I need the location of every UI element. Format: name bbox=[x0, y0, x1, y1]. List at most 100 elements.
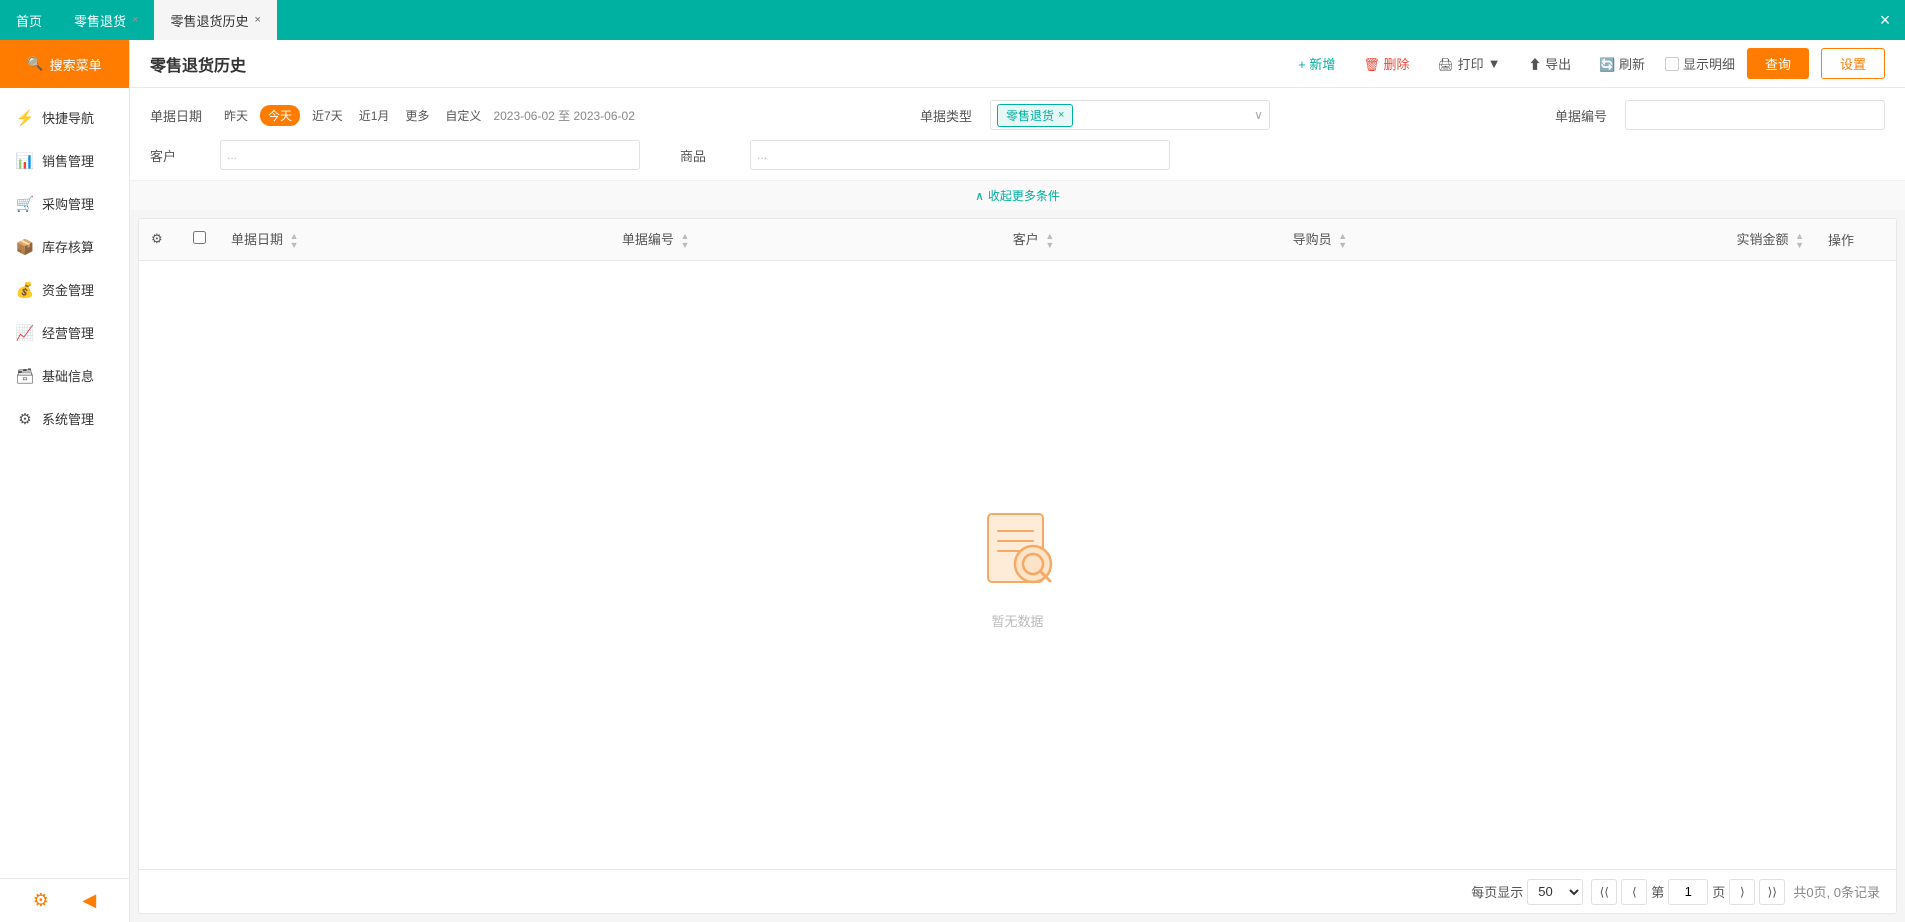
th-checkbox bbox=[179, 219, 219, 260]
finance-icon: 💰 bbox=[16, 281, 34, 299]
sidebar-nav: ⚡ 快捷导航 📊 销售管理 🛒 采购管理 📦 库存核算 💰 资金管理 📈 bbox=[0, 88, 129, 878]
th-customer[interactable]: 客户 ▲▼ bbox=[1001, 219, 1281, 260]
sidebar-item-finance-label: 资金管理 bbox=[42, 280, 94, 299]
date-range-display: 2023-06-02 至 2023-06-02 bbox=[493, 107, 634, 124]
customer-placeholder: ... bbox=[227, 148, 237, 162]
sidebar-item-finance[interactable]: 💰 资金管理 bbox=[0, 268, 129, 311]
sidebar-item-purchase[interactable]: 🛒 采购管理 bbox=[0, 182, 129, 225]
export-button[interactable]: ⬆ 导出 bbox=[1521, 50, 1580, 77]
tab-retail-return-history-label: 零售退货历史 bbox=[170, 11, 248, 30]
page-next-button[interactable]: ⟩ bbox=[1729, 879, 1755, 905]
page-number-input[interactable] bbox=[1668, 879, 1708, 905]
sidebar-search-button[interactable]: 🔍 搜索菜单 bbox=[0, 40, 129, 88]
bill-type-filter-label: 单据类型 bbox=[920, 106, 990, 125]
th-bill-date[interactable]: 单据日期 ▲▼ bbox=[219, 219, 610, 260]
sidebar-bottom: ⚙ ◀ bbox=[0, 878, 129, 922]
page-header: 零售退货历史 + 新增 🗑 删除 🖨 打印 ▼ ⬆ 导出 🔄 刷新 bbox=[130, 40, 1905, 88]
sort-customer-icon: ▲▼ bbox=[1045, 232, 1054, 250]
goods-placeholder: ... bbox=[757, 148, 767, 162]
collapse-up-icon: ∧ bbox=[975, 189, 984, 203]
show-detail-label: 显示明细 bbox=[1683, 54, 1735, 73]
print-label: 🖨 打印 bbox=[1438, 54, 1484, 73]
settings-gear-icon[interactable]: ⚙ bbox=[33, 890, 49, 911]
sidebar-search-label: 搜索菜单 bbox=[50, 55, 102, 74]
show-detail-checkbox[interactable] bbox=[1665, 57, 1679, 71]
print-dropdown-icon: ▼ bbox=[1488, 56, 1501, 71]
th-sales-amount[interactable]: 实销金额 ▲▼ bbox=[1616, 219, 1816, 260]
page-last-button[interactable]: ⟩⟩ bbox=[1759, 879, 1785, 905]
th-guide[interactable]: 导购员 ▲▼ bbox=[1281, 219, 1616, 260]
collapse-filter-button[interactable]: ∧ 收起更多条件 bbox=[130, 180, 1905, 210]
filter-section: 单据日期 昨天 今天 近7天 近1月 更多 自定义 2023-06-02 至 2… bbox=[130, 88, 1905, 210]
select-all-checkbox[interactable] bbox=[193, 231, 206, 244]
date-btn-yesterday[interactable]: 昨天 bbox=[220, 105, 252, 126]
data-table: ⚙ 单据日期 ▲▼ 单据编号 ▲▼ bbox=[139, 219, 1896, 261]
page-size-select[interactable]: 10 20 50 100 bbox=[1527, 879, 1583, 905]
header-actions: + 新增 🗑 删除 🖨 打印 ▼ ⬆ 导出 🔄 刷新 显示明细 bbox=[1286, 48, 1885, 79]
quicknav-icon: ⚡ bbox=[16, 109, 34, 127]
tab-retail-return-history-close[interactable]: × bbox=[254, 14, 260, 26]
refresh-button[interactable]: 🔄 刷新 bbox=[1591, 50, 1653, 77]
bill-type-tag-close[interactable]: × bbox=[1058, 109, 1064, 121]
empty-state: 暂无数据 bbox=[139, 261, 1896, 869]
page-unit: 页 bbox=[1712, 882, 1725, 901]
collapse-filter-label: 收起更多条件 bbox=[988, 187, 1060, 204]
date-filter-buttons: 昨天 今天 近7天 近1月 更多 自定义 bbox=[220, 105, 485, 126]
sidebar-item-sales[interactable]: 📊 销售管理 bbox=[0, 139, 129, 182]
date-btn-1month[interactable]: 近1月 bbox=[355, 105, 394, 126]
top-bar: 首页 零售退货 × 零售退货历史 × × bbox=[0, 0, 1905, 40]
total-info: 共0页, 0条记录 bbox=[1793, 882, 1880, 901]
tab-home[interactable]: 首页 bbox=[0, 0, 58, 40]
setting-button[interactable]: 设置 bbox=[1821, 48, 1885, 79]
table-section: ⚙ 单据日期 ▲▼ 单据编号 ▲▼ bbox=[138, 218, 1897, 914]
sidebar-item-basic-info[interactable]: 🗃 基础信息 bbox=[0, 354, 129, 397]
operations-icon: 📈 bbox=[16, 324, 34, 342]
date-btn-today[interactable]: 今天 bbox=[260, 105, 300, 126]
bill-no-input[interactable] bbox=[1625, 100, 1885, 130]
sidebar-item-system[interactable]: ⚙ 系统管理 bbox=[0, 397, 129, 440]
basic-info-icon: 🗃 bbox=[16, 367, 34, 385]
filter-row-1: 单据日期 昨天 今天 近7天 近1月 更多 自定义 2023-06-02 至 2… bbox=[150, 100, 1885, 130]
window-close-button[interactable]: × bbox=[1865, 0, 1905, 40]
tab-retail-return-history[interactable]: 零售退货历史 × bbox=[154, 0, 276, 40]
refresh-label: 🔄 刷新 bbox=[1599, 54, 1645, 73]
customer-select[interactable]: ... bbox=[220, 140, 640, 170]
th-settings: ⚙ bbox=[139, 219, 179, 260]
table-header-row: ⚙ 单据日期 ▲▼ 单据编号 ▲▼ bbox=[139, 219, 1896, 260]
table-settings-icon[interactable]: ⚙ bbox=[151, 231, 163, 246]
sales-icon: 📊 bbox=[16, 152, 34, 170]
page-first-button[interactable]: ⟨⟨ bbox=[1591, 879, 1617, 905]
sidebar-item-system-label: 系统管理 bbox=[42, 409, 94, 428]
th-bill-no[interactable]: 单据编号 ▲▼ bbox=[610, 219, 1001, 260]
tab-retail-return-close[interactable]: × bbox=[132, 14, 138, 26]
tab-home-label: 首页 bbox=[16, 11, 42, 30]
goods-select[interactable]: ... bbox=[750, 140, 1170, 170]
sidebar-item-inventory[interactable]: 📦 库存核算 bbox=[0, 225, 129, 268]
tab-retail-return[interactable]: 零售退货 × bbox=[58, 0, 154, 40]
sort-guide-icon: ▲▼ bbox=[1338, 232, 1347, 250]
page-prev-button[interactable]: ⟨ bbox=[1621, 879, 1647, 905]
sidebar-item-operations[interactable]: 📈 经营管理 bbox=[0, 311, 129, 354]
add-button[interactable]: + 新增 bbox=[1286, 50, 1343, 77]
page-title: 零售退货历史 bbox=[150, 52, 1286, 76]
print-button[interactable]: 🖨 打印 ▼ bbox=[1430, 50, 1509, 77]
date-btn-custom[interactable]: 自定义 bbox=[441, 105, 485, 126]
date-filter-label: 单据日期 bbox=[150, 106, 220, 125]
bill-type-select[interactable]: 零售退货 × ∨ bbox=[990, 100, 1270, 130]
page-nav: ⟨⟨ ⟨ 第 页 ⟩ ⟩⟩ bbox=[1591, 879, 1785, 905]
pagination: 每页显示 10 20 50 100 ⟨⟨ ⟨ 第 页 ⟩ ⟩⟩ bbox=[139, 869, 1896, 913]
goods-filter-label: 商品 bbox=[680, 146, 750, 165]
th-operations: 操作 bbox=[1816, 219, 1896, 260]
date-btn-7days[interactable]: 近7天 bbox=[308, 105, 347, 126]
sidebar-item-basic-info-label: 基础信息 bbox=[42, 366, 94, 385]
bill-type-tag-retail-return: 零售退货 × bbox=[997, 104, 1073, 127]
search-icon: 🔍 bbox=[27, 56, 43, 72]
customer-filter-label: 客户 bbox=[150, 146, 220, 165]
sidebar-item-quicknav[interactable]: ⚡ 快捷导航 bbox=[0, 96, 129, 139]
date-btn-more[interactable]: 更多 bbox=[401, 105, 433, 126]
collapse-sidebar-icon[interactable]: ◀ bbox=[82, 890, 96, 911]
delete-label: 🗑 删除 bbox=[1363, 54, 1409, 73]
query-button[interactable]: 查询 bbox=[1747, 48, 1809, 79]
purchase-icon: 🛒 bbox=[16, 195, 34, 213]
delete-button[interactable]: 🗑 删除 bbox=[1355, 50, 1417, 77]
